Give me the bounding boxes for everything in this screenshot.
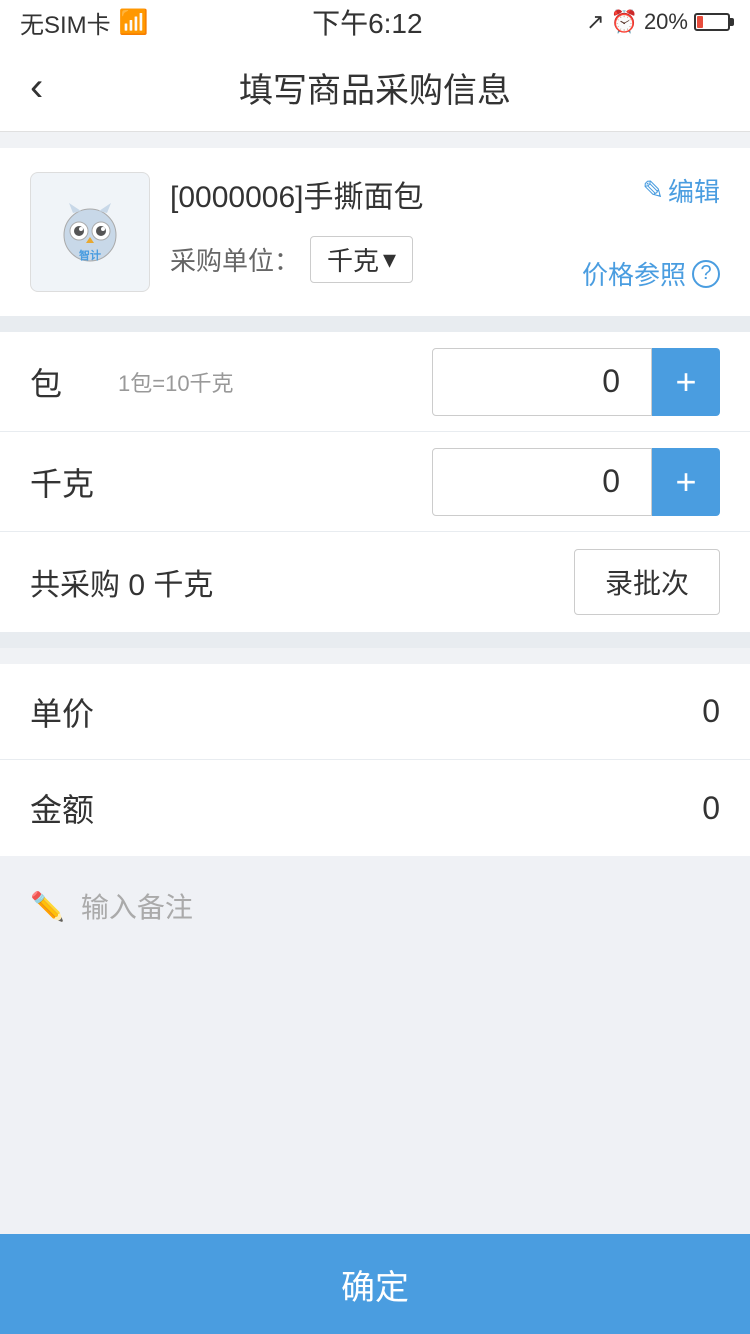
bao-input[interactable] <box>432 348 652 416</box>
amount-label: 金额 <box>30 785 94 831</box>
dropdown-icon: ▾ <box>383 244 396 275</box>
price-ref-button[interactable]: 价格参照 ? <box>582 255 720 292</box>
status-left: 无SIM卡 📶 <box>20 5 149 40</box>
unit-select[interactable]: 千克 ▾ <box>310 236 413 283</box>
divider-1 <box>0 316 750 332</box>
product-image: 智计 <box>30 172 150 292</box>
kg-row: 千克 + <box>0 432 750 532</box>
bao-row: 包 1包=10千克 + <box>0 332 750 432</box>
kg-input-wrap: + <box>432 448 720 516</box>
svg-text:智计: 智计 <box>79 248 101 262</box>
battery-icon <box>694 13 730 31</box>
edit-icon: ✎ <box>642 175 664 206</box>
batch-button[interactable]: 录批次 <box>574 549 720 615</box>
edit-button[interactable]: ✎ 编辑 <box>642 172 720 209</box>
info-icon: ? <box>692 260 720 288</box>
pencil-icon: ✏️ <box>30 890 65 923</box>
amount-row: 金额 0 <box>0 760 750 856</box>
carrier-label: 无SIM卡 <box>20 5 111 40</box>
bottom-area <box>0 956 750 1256</box>
price-section: 单价 0 金额 0 <box>0 664 750 856</box>
page-title: 填写商品采购信息 <box>239 63 511 112</box>
product-name: [0000006]手撕面包 <box>170 172 720 216</box>
bao-input-wrap: + <box>432 348 720 416</box>
product-logo: 智计 <box>50 192 130 272</box>
bao-sublabel: 1包=10千克 <box>118 366 432 398</box>
product-card: 智计 [0000006]手撕面包 采购单位： 千克 ▾ ✎ 编辑 价格参照 ? <box>0 148 750 316</box>
unit-label: 采购单位： <box>170 241 300 278</box>
bao-label: 包 <box>30 359 110 405</box>
divider-2 <box>0 632 750 648</box>
unit-price-label: 单价 <box>30 689 94 735</box>
unit-price-value: 0 <box>702 693 720 730</box>
wifi-icon: 📶 <box>119 8 149 37</box>
kg-input[interactable] <box>432 448 652 516</box>
confirm-button[interactable]: 确定 <box>0 1234 750 1334</box>
summary-row: 共采购 0 千克 录批次 <box>0 532 750 632</box>
notes-section[interactable]: ✏️ 输入备注 <box>0 856 750 956</box>
notes-placeholder: 输入备注 <box>81 886 193 926</box>
back-button[interactable]: ‹ <box>30 65 90 110</box>
location-icon: ↗ <box>586 9 604 35</box>
status-bar: 无SIM卡 📶 下午6:12 ↗ ⏰ 20% <box>0 0 750 44</box>
unit-price-row: 单价 0 <box>0 664 750 760</box>
alarm-icon: ⏰ <box>611 9 638 35</box>
bao-plus-button[interactable]: + <box>652 348 720 416</box>
input-section: 包 1包=10千克 + 千克 + <box>0 332 750 532</box>
amount-value: 0 <box>702 790 720 827</box>
nav-bar: ‹ 填写商品采购信息 <box>0 44 750 132</box>
summary-text: 共采购 0 千克 <box>30 560 213 604</box>
status-right: ↗ ⏰ 20% <box>586 9 730 35</box>
kg-label: 千克 <box>30 459 110 505</box>
status-time: 下午6:12 <box>312 2 423 42</box>
kg-plus-button[interactable]: + <box>652 448 720 516</box>
battery-percent: 20% <box>644 9 688 35</box>
